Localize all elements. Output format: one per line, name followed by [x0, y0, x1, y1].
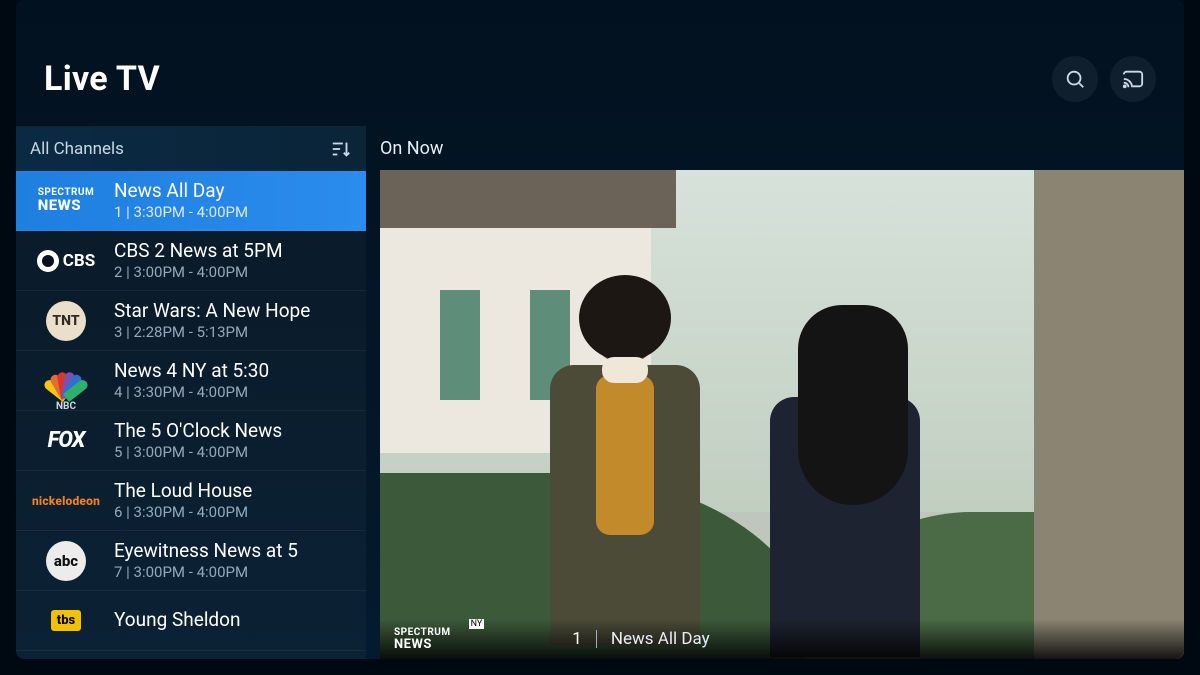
tnt-logo: TNT [46, 301, 86, 341]
program-title: The Loud House [114, 480, 252, 502]
channel-row[interactable]: TNT Star Wars: A New Hope3 | 2:28PM - 5:1… [16, 291, 366, 351]
program-title: News All Day [114, 180, 248, 202]
overlay-region-badge: NY [469, 619, 485, 629]
program-subtitle: 3 | 2:28PM - 5:13PM [114, 323, 310, 341]
cbs-logo: CBS [37, 250, 95, 272]
program-subtitle: 2 | 3:00PM - 4:00PM [114, 263, 283, 281]
channel-meta: The Loud House6 | 3:30PM - 4:00PM [114, 480, 252, 522]
program-subtitle: 7 | 3:00PM - 4:00PM [114, 563, 298, 581]
overlay-program-title: News All Day [611, 629, 1170, 649]
channel-logo: abc [28, 541, 104, 581]
program-subtitle: 5 | 3:00PM - 4:00PM [114, 443, 282, 461]
channel-logo: TNT [28, 301, 104, 341]
channel-logo: tbs [28, 601, 104, 641]
on-now-label: On Now [380, 126, 1184, 170]
search-icon [1064, 68, 1086, 90]
channel-logo: FOX [28, 421, 104, 461]
cast-button[interactable] [1110, 56, 1156, 102]
channel-row[interactable]: SPECTRUMNEWS News All Day1 | 3:30PM - 4:0… [16, 171, 366, 231]
search-button[interactable] [1052, 56, 1098, 102]
channel-meta: CBS 2 News at 5PM2 | 3:00PM - 4:00PM [114, 240, 283, 282]
program-title: Star Wars: A New Hope [114, 300, 310, 322]
program-subtitle: 1 | 3:30PM - 4:00PM [114, 203, 248, 221]
video-player[interactable]: SPECTRUM NEWS NY 1 News All Day [380, 170, 1184, 659]
abc-logo: abc [46, 541, 86, 581]
channel-row[interactable]: abc Eyewitness News at 57 | 3:00PM - 4:00… [16, 531, 366, 591]
channel-row[interactable]: nickelodeon The Loud House6 | 3:30PM - 4:… [16, 471, 366, 531]
program-title: The 5 O'Clock News [114, 420, 282, 442]
channel-row[interactable]: CBS CBS 2 News at 5PM2 | 3:00PM - 4:00PM [16, 231, 366, 291]
channel-logo: CBS [28, 241, 104, 281]
nickelodeon-logo: nickelodeon [32, 494, 100, 508]
program-title: News 4 NY at 5:30 [114, 360, 269, 382]
channel-filter[interactable]: All Channels [16, 127, 366, 171]
program-title: Eyewitness News at 5 [114, 540, 298, 562]
spectrum-news-logo: SPECTRUMNEWS [38, 188, 95, 213]
channel-meta: News All Day1 | 3:30PM - 4:00PM [114, 180, 248, 222]
channel-row[interactable]: tbs Young Sheldon [16, 591, 366, 651]
app-frame: Live TV All Channels SPECTRUMNEWS News Al… [16, 0, 1184, 659]
content: All Channels SPECTRUMNEWSNews All Day1 |… [16, 126, 1184, 659]
channel-logo: SPECTRUMNEWS [28, 181, 104, 221]
program-title: Young Sheldon [114, 609, 240, 631]
channel-meta: Star Wars: A New Hope3 | 2:28PM - 5:13PM [114, 300, 310, 342]
channel-meta: Eyewitness News at 57 | 3:00PM - 4:00PM [114, 540, 298, 582]
sort-icon [330, 138, 352, 160]
tbs-logo: tbs [51, 610, 81, 631]
program-subtitle: 6 | 3:30PM - 4:00PM [114, 503, 252, 521]
header: Live TV [16, 56, 1184, 102]
channel-row[interactable]: FOX The 5 O'Clock News5 | 3:00PM - 4:00PM [16, 411, 366, 471]
overlay-channel-logo: SPECTRUM NEWS [394, 628, 451, 651]
player-overlay: SPECTRUM NEWS NY 1 News All Day [380, 619, 1184, 659]
program-title: CBS 2 News at 5PM [114, 240, 283, 262]
cast-icon [1122, 68, 1144, 90]
channel-logo: NBC [28, 361, 104, 401]
channel-row[interactable]: NBC News 4 NY at 5:304 | 3:30PM - 4:00PM [16, 351, 366, 411]
channel-meta: Young Sheldon [114, 609, 240, 633]
main-area: On Now SPE [366, 126, 1184, 659]
page-title: Live TV [44, 59, 1040, 99]
program-subtitle: 4 | 3:30PM - 4:00PM [114, 383, 269, 401]
channel-sidebar: All Channels SPECTRUMNEWS News All Day1 |… [16, 126, 366, 659]
channel-meta: News 4 NY at 5:304 | 3:30PM - 4:00PM [114, 360, 269, 402]
channel-meta: The 5 O'Clock News5 | 3:00PM - 4:00PM [114, 420, 282, 462]
channel-logo: nickelodeon [28, 481, 104, 521]
nbc-logo: NBC [44, 364, 88, 398]
channel-list[interactable]: SPECTRUMNEWS News All Day1 | 3:30PM - 4:0… [16, 171, 366, 659]
overlay-channel-number: 1 [572, 629, 582, 649]
channel-filter-label: All Channels [30, 139, 124, 159]
fox-logo: FOX [48, 428, 85, 453]
